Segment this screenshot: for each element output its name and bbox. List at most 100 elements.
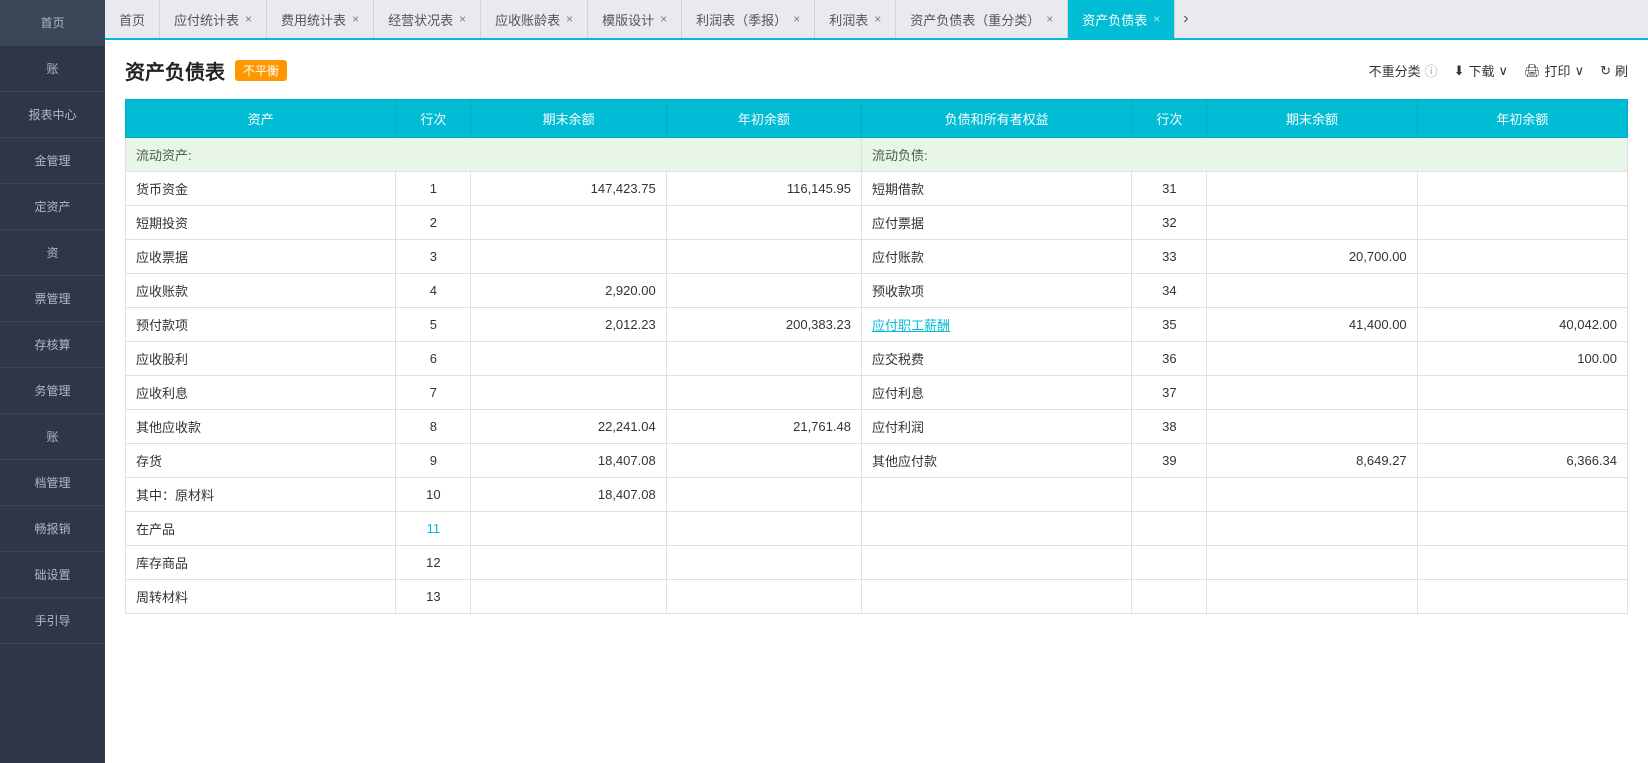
table-row: 应收利息 7 应付利息 37 [126, 376, 1628, 410]
sidebar-item-ledger[interactable]: 账 [0, 414, 105, 460]
sidebar-item-guide[interactable]: 手引导 [0, 598, 105, 644]
refresh-button[interactable]: ↻ 刷 [1600, 61, 1628, 80]
end-balance: 18,407.08 [471, 444, 666, 478]
col-end-balance2: 期末余额 [1207, 100, 1417, 138]
sidebar-item-inventory[interactable]: 存核算 [0, 322, 105, 368]
sidebar-item-bill-mgmt[interactable]: 票管理 [0, 276, 105, 322]
table-row: 其他应收款 8 22,241.04 21,761.48 应付利润 38 [126, 410, 1628, 444]
row-num: 5 [396, 308, 471, 342]
asset-label: 存货 [126, 444, 396, 478]
year-start [666, 206, 861, 240]
sidebar-item-base-setting[interactable]: 础设置 [0, 552, 105, 598]
l-end-balance: 41,400.00 [1207, 308, 1417, 342]
sidebar-item-investment[interactable]: 资 [0, 230, 105, 276]
tab-expense-stat-close[interactable]: × [352, 12, 359, 26]
tab-scroll-right[interactable]: › [1175, 10, 1196, 28]
sidebar-item-home[interactable]: 首页 [0, 0, 105, 46]
sidebar-item-report-center[interactable]: 报表中心 [0, 92, 105, 138]
main-area: 首页 应付统计表 × 费用统计表 × 经营状况表 × 应收账龄表 × 模版设计 … [105, 0, 1648, 763]
tab-home[interactable]: 首页 [105, 0, 160, 39]
download-button[interactable]: ⬇ 下载 ∨ [1454, 61, 1508, 80]
table-header-row: 资产 行次 期末余额 年初余额 负债和所有者权益 行次 期末余额 年初余额 [126, 100, 1628, 138]
tab-operation[interactable]: 经营状况表 × [374, 0, 481, 39]
tab-home-label: 首页 [119, 10, 145, 29]
liability-label: 短期借款 [861, 172, 1131, 206]
l-row-num: 35 [1132, 308, 1207, 342]
l-row-num: 31 [1132, 172, 1207, 206]
sidebar-item-expense[interactable]: 畅报销 [0, 506, 105, 552]
no-reclassify-button[interactable]: 不重分类 ⓘ [1369, 61, 1438, 80]
l-row-num: 36 [1132, 342, 1207, 376]
print-button[interactable]: 🖨 打印 ∨ [1524, 61, 1584, 80]
help-icon: ⓘ [1425, 61, 1438, 80]
tab-expense-stat[interactable]: 费用统计表 × [267, 0, 374, 39]
year-start [666, 376, 861, 410]
col-row-num2: 行次 [1132, 100, 1207, 138]
sidebar-item-fixed-assets[interactable]: 定资产 [0, 184, 105, 230]
tab-ar-aging-close[interactable]: × [566, 12, 573, 26]
year-start [666, 512, 861, 546]
asset-label: 周转材料 [126, 580, 396, 614]
tab-profit-quarterly-close[interactable]: × [793, 12, 800, 26]
tab-ap-stat-close[interactable]: × [245, 12, 252, 26]
asset-label: 应收票据 [126, 240, 396, 274]
table-row: 货币资金 1 147,423.75 116,145.95 短期借款 31 [126, 172, 1628, 206]
l-row-num: 38 [1132, 410, 1207, 444]
year-start [666, 478, 861, 512]
download-chevron-icon: ∨ [1499, 63, 1509, 79]
end-balance [471, 512, 666, 546]
l-year-start [1417, 512, 1627, 546]
liability-label [861, 546, 1131, 580]
page-title: 资产负债表 [125, 56, 225, 85]
liability-label [861, 580, 1131, 614]
tab-balance-reclassified[interactable]: 资产负债表（重分类） × [896, 0, 1068, 39]
liability-label [861, 478, 1131, 512]
table-row: 其中：原材料 10 18,407.08 [126, 478, 1628, 512]
tab-ap-stat-label: 应付统计表 [174, 10, 239, 29]
sidebar-item-archive[interactable]: 档管理 [0, 460, 105, 506]
l-row-num [1132, 478, 1207, 512]
l-end-balance: 20,700.00 [1207, 240, 1417, 274]
asset-label: 其他应收款 [126, 410, 396, 444]
tab-ap-stat[interactable]: 应付统计表 × [160, 0, 267, 39]
l-end-balance [1207, 478, 1417, 512]
col-end-balance: 期末余额 [471, 100, 666, 138]
tab-balance[interactable]: 资产负债表 × [1068, 0, 1175, 39]
row-num: 12 [396, 546, 471, 580]
end-balance: 22,241.04 [471, 410, 666, 444]
liability-label: 预收款项 [861, 274, 1131, 308]
l-end-balance [1207, 580, 1417, 614]
end-balance: 18,407.08 [471, 478, 666, 512]
l-row-num [1132, 580, 1207, 614]
sidebar-item-fund-mgmt[interactable]: 金管理 [0, 138, 105, 184]
current-assets-label: 流动资产: [126, 138, 862, 172]
table-row: 预付款项 5 2,012.23 200,383.23 应付职工薪酬 35 41,… [126, 308, 1628, 342]
asset-label: 货币资金 [126, 172, 396, 206]
print-chevron-icon: ∨ [1575, 63, 1585, 79]
sidebar-item-biz-mgmt[interactable]: 务管理 [0, 368, 105, 414]
liability-label: 应付账款 [861, 240, 1131, 274]
tab-operation-close[interactable]: × [459, 12, 466, 26]
tab-template-close[interactable]: × [660, 12, 667, 26]
tab-ar-aging[interactable]: 应收账龄表 × [481, 0, 588, 39]
tab-profit-quarterly[interactable]: 利润表（季报） × [682, 0, 815, 39]
end-balance [471, 240, 666, 274]
tab-profit-label: 利润表 [829, 10, 868, 29]
l-year-start [1417, 172, 1627, 206]
l-end-balance [1207, 512, 1417, 546]
l-end-balance [1207, 172, 1417, 206]
tab-balance-close[interactable]: × [1153, 12, 1160, 26]
sidebar: 首页 账 报表中心 金管理 定资产 资 票管理 存核算 务管理 账 档管理 畅报… [0, 0, 105, 763]
sidebar-item-account[interactable]: 账 [0, 46, 105, 92]
l-year-start: 100.00 [1417, 342, 1627, 376]
tab-profit-close[interactable]: × [874, 12, 881, 26]
tab-balance-reclassified-close[interactable]: × [1046, 12, 1053, 26]
col-row-num: 行次 [396, 100, 471, 138]
tab-profit[interactable]: 利润表 × [815, 0, 896, 39]
tab-template[interactable]: 模版设计 × [588, 0, 682, 39]
tab-profit-quarterly-label: 利润表（季报） [696, 10, 787, 29]
row-num: 8 [396, 410, 471, 444]
row-num: 13 [396, 580, 471, 614]
end-balance [471, 546, 666, 580]
current-liabilities-label: 流动负债: [861, 138, 1627, 172]
